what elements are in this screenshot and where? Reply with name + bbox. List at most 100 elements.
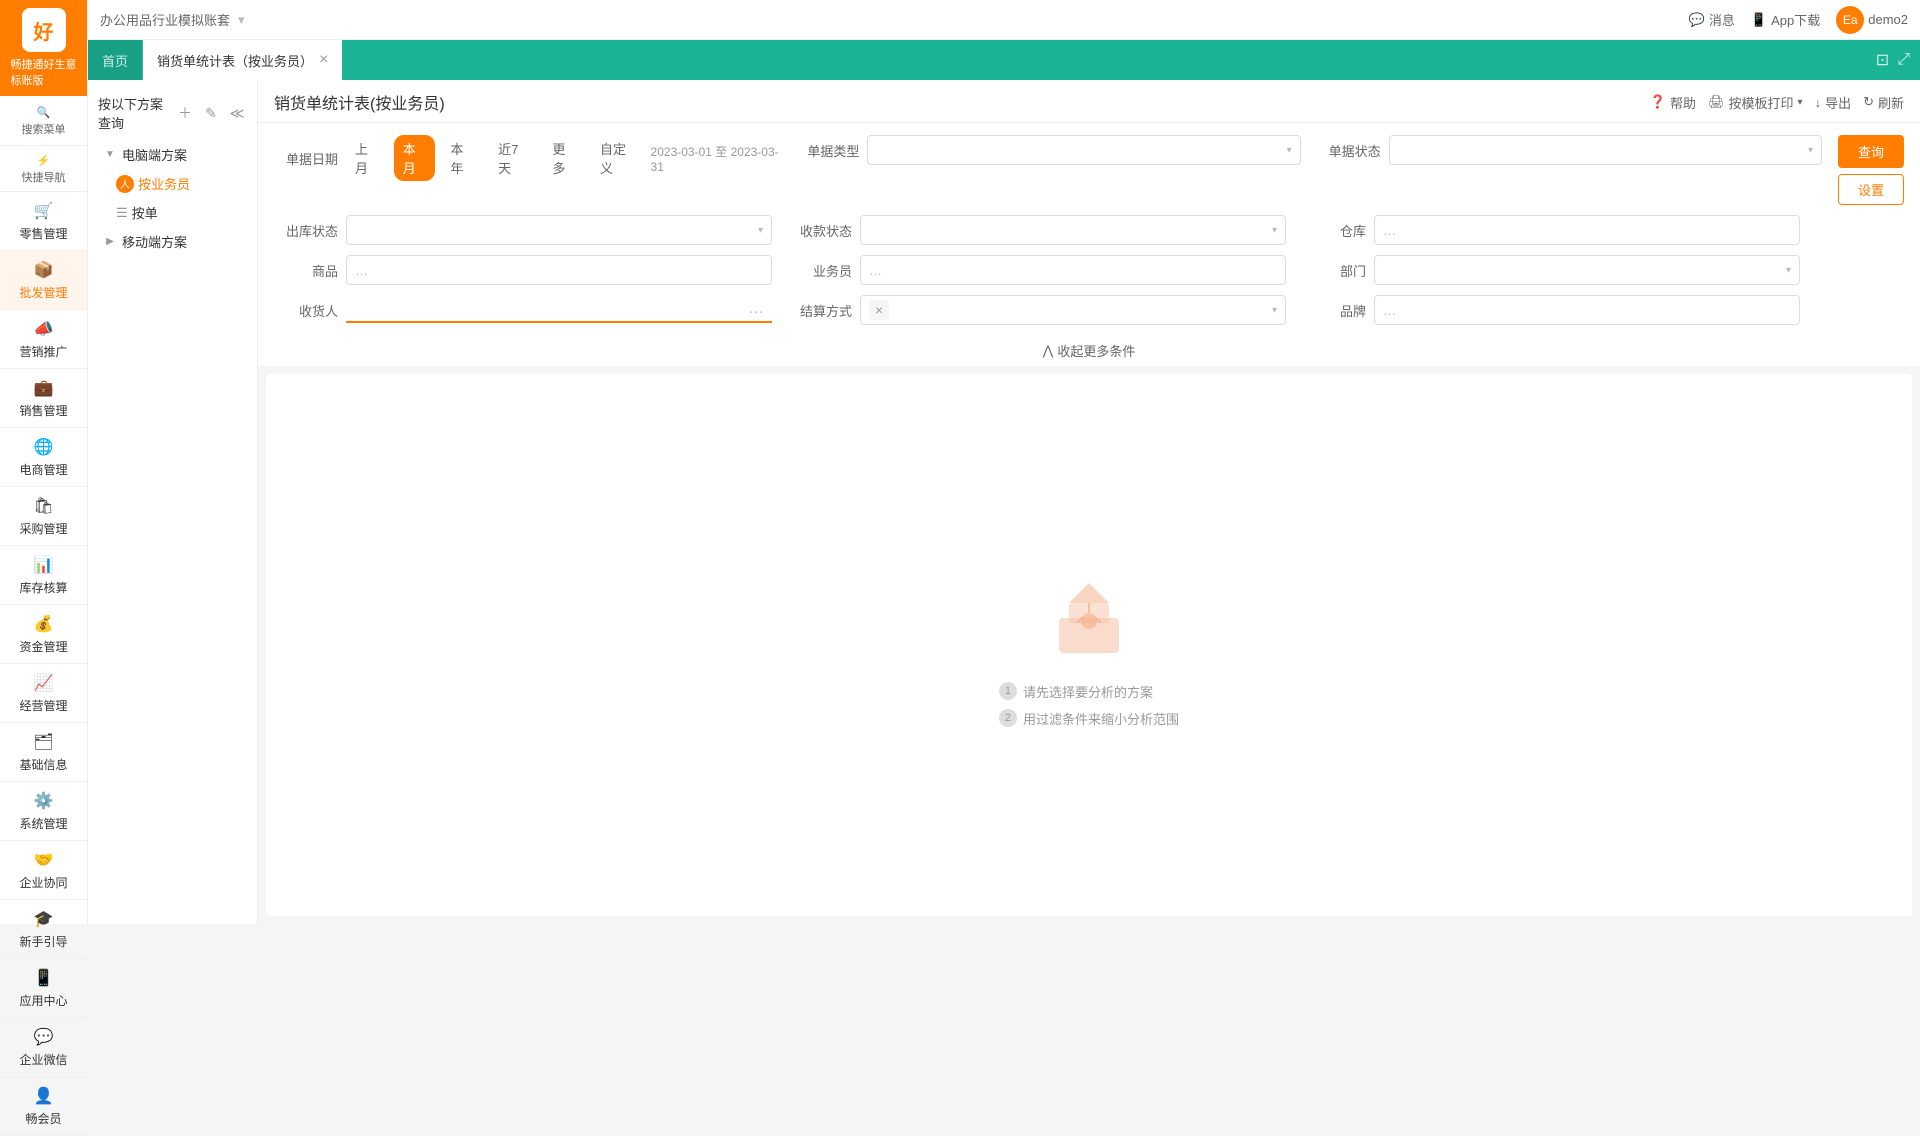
brand-select[interactable]: … [1374,295,1800,325]
date-btn-last7[interactable]: 近7天 [489,135,537,181]
empty-tip-2: 2 用过滤条件来缩小分析范围 [999,709,1179,728]
sidebar-item-finance[interactable]: 💰 资金管理 [0,605,87,664]
collapse-label: 收起更多条件 [1057,341,1135,360]
tab-close-icon[interactable]: × [319,52,328,68]
sidebar-item-retail[interactable]: 🛒 零售管理 [0,192,87,251]
help-btn[interactable]: ❓ 帮助 [1650,93,1696,112]
tree-item-by-order[interactable]: ☰ 按单 [116,198,257,227]
staff-select[interactable]: … [860,255,1286,285]
consignee-input[interactable] [350,298,740,321]
avatar: Ea [1836,6,1864,34]
inventory-icon: 📊 [33,554,55,576]
sidebar-search[interactable]: 🔍 搜索菜单 [0,96,87,146]
print-label: 按模板打印 [1729,93,1794,112]
tip-num-2: 2 [999,709,1017,727]
marketing-icon: 📣 [33,318,55,340]
wechat-icon: 💬 [33,1026,55,1048]
tab-home[interactable]: 首页 [88,40,143,80]
logo-icon: 好 [22,8,66,52]
sidebar-item-wechat[interactable]: 💬 企业微信 [0,1018,87,1077]
sidebar-item-wholesale[interactable]: 📦 批发管理 [0,251,87,310]
sidebar-item-inventory-label: 库存核算 [19,579,67,596]
logo-area[interactable]: 好 畅捷通好生意 标账版 [0,0,87,96]
settlement-tag-close[interactable]: × [875,302,883,318]
sidebar-item-newbie[interactable]: 🎓 新手引导 [0,900,87,959]
finance-icon: 💰 [33,613,55,635]
settlement-tag: × [869,300,889,320]
collapse-btn[interactable]: ⋀ 收起更多条件 [1043,341,1136,360]
date-btn-last-month[interactable]: 上月 [346,135,388,181]
sidebar-item-purchase[interactable]: 🛍 采购管理 [0,487,87,546]
date-btn-this-month[interactable]: 本月 [394,135,436,181]
date-btn-this-year[interactable]: 本年 [441,135,483,181]
settings-button[interactable]: 设置 [1838,174,1904,205]
maximize-window-icon[interactable]: ⤢ [1897,51,1910,69]
operations-icon: 📈 [33,672,55,694]
left-panel-header: 按以下方案查询 ＋ ✎ ≪ [88,90,257,140]
edit-scheme-btn[interactable]: ✎ [201,103,221,123]
doc-type-select[interactable]: ▾ [867,135,1300,165]
settlement-label: 结算方式 [788,301,852,320]
tree-expand-icon: ▼ [104,149,116,161]
tree-mobile-section[interactable]: ▶ 移动端方案 [88,227,257,256]
export-label: 导出 [1825,93,1851,112]
query-button[interactable]: 查询 [1838,135,1904,168]
tree-pc-section[interactable]: ▼ 电脑端方案 [88,140,257,169]
sidebar-item-sales[interactable]: 💼 销售管理 [0,369,87,428]
tab-sales-stat[interactable]: 销货单统计表（按业务员） × [143,40,342,80]
page-title: 销货单统计表(按业务员) [274,90,445,114]
action-buttons: 查询 设置 [1838,135,1904,205]
message-btn[interactable]: 💬 消息 [1689,10,1735,29]
filter-section: 单据日期 上月 本月 本年 近7天 更多 自定义 2023-03-01 至 20… [258,123,1920,366]
print-btn[interactable]: 🖨 按模板打印 ▾ [1708,93,1803,112]
sidebar-item-inventory[interactable]: 📊 库存核算 [0,546,87,605]
sidebar: 好 畅捷通好生意 标账版 🔍 搜索菜单 ⚡ 快捷导航 🛒 零售管理 📦 批发管理… [0,0,88,924]
sidebar-item-ecommerce[interactable]: 🌐 电商管理 [0,428,87,487]
empty-tip-1: 1 请先选择要分析的方案 [999,682,1179,701]
payment-status-select[interactable]: ▾ [860,215,1286,245]
tree-item-by-staff-label: 按业务员 [138,174,190,193]
tip-text-1: 请先选择要分析的方案 [1023,682,1153,701]
ship-status-select[interactable]: ▾ [346,215,772,245]
sidebar-quicknav[interactable]: ⚡ 快捷导航 [0,146,87,192]
user-area[interactable]: Ea demo2 [1836,6,1908,34]
sidebar-item-system[interactable]: ⚙️ 系统管理 [0,782,87,841]
doc-status-select[interactable]: ▾ [1389,135,1822,165]
date-btn-custom[interactable]: 自定义 [591,135,645,181]
product-select[interactable]: … [346,255,772,285]
tree-pc-children: 人 按业务员 ☰ 按单 [88,169,257,227]
export-btn[interactable]: ↓ 导出 [1815,93,1852,112]
app-download-label: App下载 [1771,10,1820,29]
sidebar-item-finance-label: 资金管理 [19,638,67,655]
print-arrow-icon: ▾ [1798,97,1803,108]
sidebar-item-cooperation[interactable]: 🤝 企业协同 [0,841,87,900]
sidebar-item-basic[interactable]: 🗂 基础信息 [0,723,87,782]
date-filter: 上月 本月 本年 近7天 更多 自定义 2023-03-01 至 2023-03… [346,135,779,181]
ecommerce-icon: 🌐 [33,436,55,458]
export-icon: ↓ [1815,95,1822,110]
restore-window-icon[interactable]: ⊡ [1876,50,1889,70]
topbar: 办公用品行业模拟账套 ▾ 💬 消息 📱 App下载 Ea demo2 [88,0,1920,40]
empty-illustration [1039,563,1139,666]
consignee-dots-btn[interactable]: … [744,300,768,318]
tree-item-by-staff[interactable]: 人 按业务员 [116,169,257,198]
settlement-select[interactable]: × ▾ [860,295,1286,325]
search-menu-label: 搜索菜单 [22,121,66,137]
sidebar-item-member[interactable]: 👤 畅会员 [0,1077,87,1136]
sidebar-item-operations[interactable]: 📈 经营管理 [0,664,87,723]
dept-select[interactable]: ▾ [1374,255,1800,285]
tree-item-by-order-label: 按单 [132,203,158,222]
payment-status-arrow-icon: ▾ [1272,225,1277,236]
add-scheme-btn[interactable]: ＋ [175,103,195,123]
collapse-panel-btn[interactable]: ≪ [227,103,247,123]
purchase-icon: 🛍 [33,495,55,517]
sidebar-item-appstore-label: 应用中心 [19,992,67,1009]
sidebar-item-appstore[interactable]: 📱 应用中心 [0,959,87,1018]
sidebar-item-sales-label: 销售管理 [19,402,67,419]
refresh-btn[interactable]: ↻ 刷新 [1863,93,1904,112]
app-download-btn[interactable]: 📱 App下载 [1751,10,1820,29]
doc-status-arrow-icon: ▾ [1808,145,1813,156]
date-btn-more[interactable]: 更多 [543,135,585,181]
warehouse-select[interactable]: … [1374,215,1800,245]
sidebar-item-marketing[interactable]: 📣 营销推广 [0,310,87,369]
